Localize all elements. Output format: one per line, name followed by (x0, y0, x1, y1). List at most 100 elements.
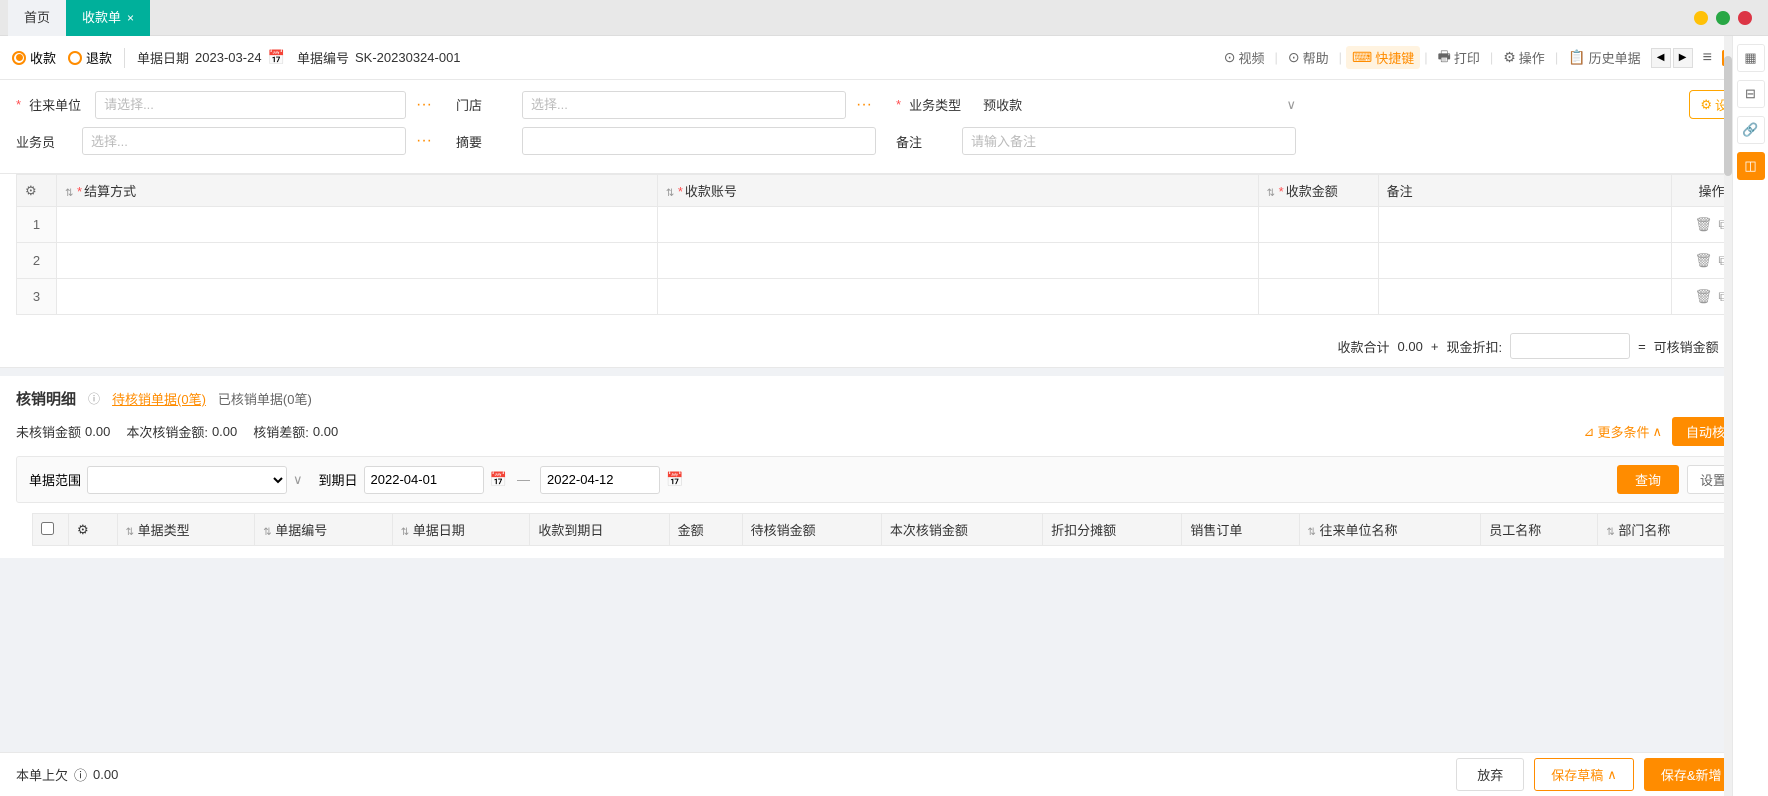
settle-cell-1[interactable] (57, 207, 658, 243)
account-cell-2[interactable] (657, 243, 1258, 279)
number-value: SK-20230324-001 (355, 50, 461, 65)
maximize-button[interactable] (1716, 11, 1730, 25)
range-select[interactable] (87, 466, 287, 494)
form-section: * 往来单位 ··· 门店 ··· * 业务类型 预收款 ∨ ⚙ 设置 (0, 80, 1768, 174)
from-unit-label: 往来单位 (29, 95, 89, 114)
sidebar-icon-3[interactable]: 🔗 (1737, 116, 1765, 144)
sidebar-icon-4[interactable]: ◫ (1737, 152, 1765, 180)
bottom-gear-icon[interactable]: ⚙ (77, 522, 89, 537)
staff-more-btn[interactable]: ··· (412, 132, 436, 150)
this-order-label: 本单上欠 (16, 765, 68, 784)
save-draft-label: 保存草稿 (1551, 765, 1603, 784)
account-cell-1[interactable] (657, 207, 1258, 243)
nav-prev[interactable]: ◀ (1651, 48, 1671, 68)
number-label: 单据编号 (297, 48, 349, 67)
tab-home[interactable]: 首页 (8, 0, 66, 36)
note-field: 备注 (896, 127, 1296, 155)
settle-cell-3[interactable] (57, 279, 658, 315)
staff-input[interactable] (82, 127, 406, 155)
date-label: 单据日期 (137, 48, 189, 67)
print-label: 打印 (1454, 48, 1480, 67)
gear-icon: ⚙ (1700, 97, 1712, 113)
minimize-button[interactable] (1694, 11, 1708, 25)
footer-info-icon[interactable]: ⓘ (74, 765, 87, 784)
date-to-input[interactable] (540, 466, 660, 494)
more-conditions-btn[interactable]: ⊿ 更多条件 ∧ (1584, 422, 1662, 441)
operations-btn[interactable]: ⚙ 操作 (1497, 46, 1551, 69)
from-unit-required: * (16, 97, 21, 112)
nav-next[interactable]: ▶ (1673, 48, 1693, 68)
layout-btn[interactable]: ≡ (1697, 47, 1718, 69)
diff-label: 核销差额: (253, 422, 309, 441)
range-field: 单据范围 ∨ (29, 466, 303, 494)
summary-input[interactable] (522, 127, 876, 155)
save-draft-button[interactable]: 保存草稿 ∧ (1534, 758, 1634, 791)
history-icon: 📋 (1568, 49, 1585, 66)
verify-title: 核销明细 (16, 388, 76, 409)
query-button[interactable]: 查询 (1617, 465, 1679, 494)
delete-icon-2[interactable]: 🗑 (1695, 252, 1713, 269)
table-gear-icon[interactable]: ⚙ (25, 183, 37, 198)
store-input[interactable] (522, 91, 846, 119)
scrollbar-thumb[interactable] (1724, 56, 1732, 176)
calendar-from-icon[interactable]: 📅 (490, 471, 507, 488)
footer-actions: 放弃 保存草稿 ∧ 保存&新增 ∧ (1456, 758, 1752, 791)
help-btn[interactable]: ⊙ 帮助 (1282, 46, 1335, 69)
print-btn[interactable]: 🖶 打印 (1432, 44, 1486, 72)
date-from-input[interactable] (364, 466, 484, 494)
th-staff-name: 员工名称 (1481, 514, 1598, 546)
unchecked-label: 未核销金额 (16, 422, 81, 441)
note-cell-2[interactable] (1378, 243, 1671, 279)
video-btn[interactable]: ⊙ 视频 (1218, 46, 1271, 69)
note-cell-1[interactable] (1378, 207, 1671, 243)
select-all-checkbox[interactable] (41, 522, 54, 535)
tab-active[interactable]: 收款单 × (66, 0, 150, 36)
equals-sign: = (1638, 339, 1646, 354)
verify-info-icon[interactable]: ⓘ (88, 390, 100, 407)
table-row: 3 🗑 ⧉ (17, 279, 1752, 315)
delete-icon-3[interactable]: 🗑 (1695, 288, 1713, 305)
amount-cell-2[interactable] (1258, 243, 1378, 279)
abandon-button[interactable]: 放弃 (1456, 758, 1524, 791)
current-value: 0.00 (212, 424, 237, 439)
store-more-btn[interactable]: ··· (852, 96, 876, 114)
discount-input[interactable] (1510, 333, 1630, 359)
verifiable-label: 可核销金额 (1654, 337, 1719, 356)
close-button[interactable] (1738, 11, 1752, 25)
account-cell-3[interactable] (657, 279, 1258, 315)
tab-close-icon[interactable]: × (127, 0, 134, 36)
table-row: 1 🗑 ⧉ (17, 207, 1752, 243)
delete-icon-1[interactable]: 🗑 (1695, 216, 1713, 233)
note-input[interactable] (962, 127, 1296, 155)
radio-receipt[interactable]: 收款 (12, 48, 56, 67)
business-type-label: 业务类型 (909, 95, 969, 114)
total-value: 0.00 (1398, 339, 1423, 354)
summary-field: 摘要 (456, 127, 876, 155)
business-type-chevron[interactable]: ∨ (1286, 97, 1296, 113)
receipt-table: ⚙ ⇅ *结算方式 ⇅ *收款账号 ⇅ *收款金额 备注 操作 (16, 174, 1752, 315)
from-unit-input[interactable] (95, 91, 406, 119)
pending-tab[interactable]: 待核销单据(0笔) (112, 389, 206, 408)
calendar-to-icon[interactable]: 📅 (666, 471, 683, 488)
amount-cell-3[interactable] (1258, 279, 1378, 315)
shortcuts-btn[interactable]: ⌨ 快捷键 (1346, 46, 1420, 69)
radio-refund[interactable]: 退款 (68, 48, 112, 67)
form-row-2: 业务员 ··· 摘要 备注 (16, 127, 1752, 155)
sidebar-icon-1[interactable]: ▦ (1737, 44, 1765, 72)
date-value: 2023-03-24 (195, 50, 262, 65)
th-gear: ⚙ (17, 175, 57, 207)
from-unit-more-btn[interactable]: ··· (412, 96, 436, 114)
staff-field: 业务员 ··· (16, 127, 436, 155)
verify-section: 核销明细 ⓘ 待核销单据(0笔) 已核销单据(0笔) 未核销金额 0.00 本次… (0, 376, 1768, 558)
amount-cell-1[interactable] (1258, 207, 1378, 243)
done-tab[interactable]: 已核销单据(0笔) (218, 389, 312, 408)
verify-stats: 未核销金额 0.00 本次核销金额: 0.00 核销差额: 0.00 ⊿ 更多条… (16, 417, 1752, 446)
note-cell-3[interactable] (1378, 279, 1671, 315)
shortcuts-label: 快捷键 (1375, 48, 1414, 67)
th-doc-date: ⇅ 单据日期 (392, 514, 530, 546)
settle-cell-2[interactable] (57, 243, 658, 279)
calendar-icon[interactable]: 📅 (268, 49, 285, 66)
business-type-value: 预收款 (975, 95, 1280, 114)
history-btn[interactable]: 📋 历史单据 (1562, 46, 1646, 69)
sidebar-icon-2[interactable]: ⊟ (1737, 80, 1765, 108)
